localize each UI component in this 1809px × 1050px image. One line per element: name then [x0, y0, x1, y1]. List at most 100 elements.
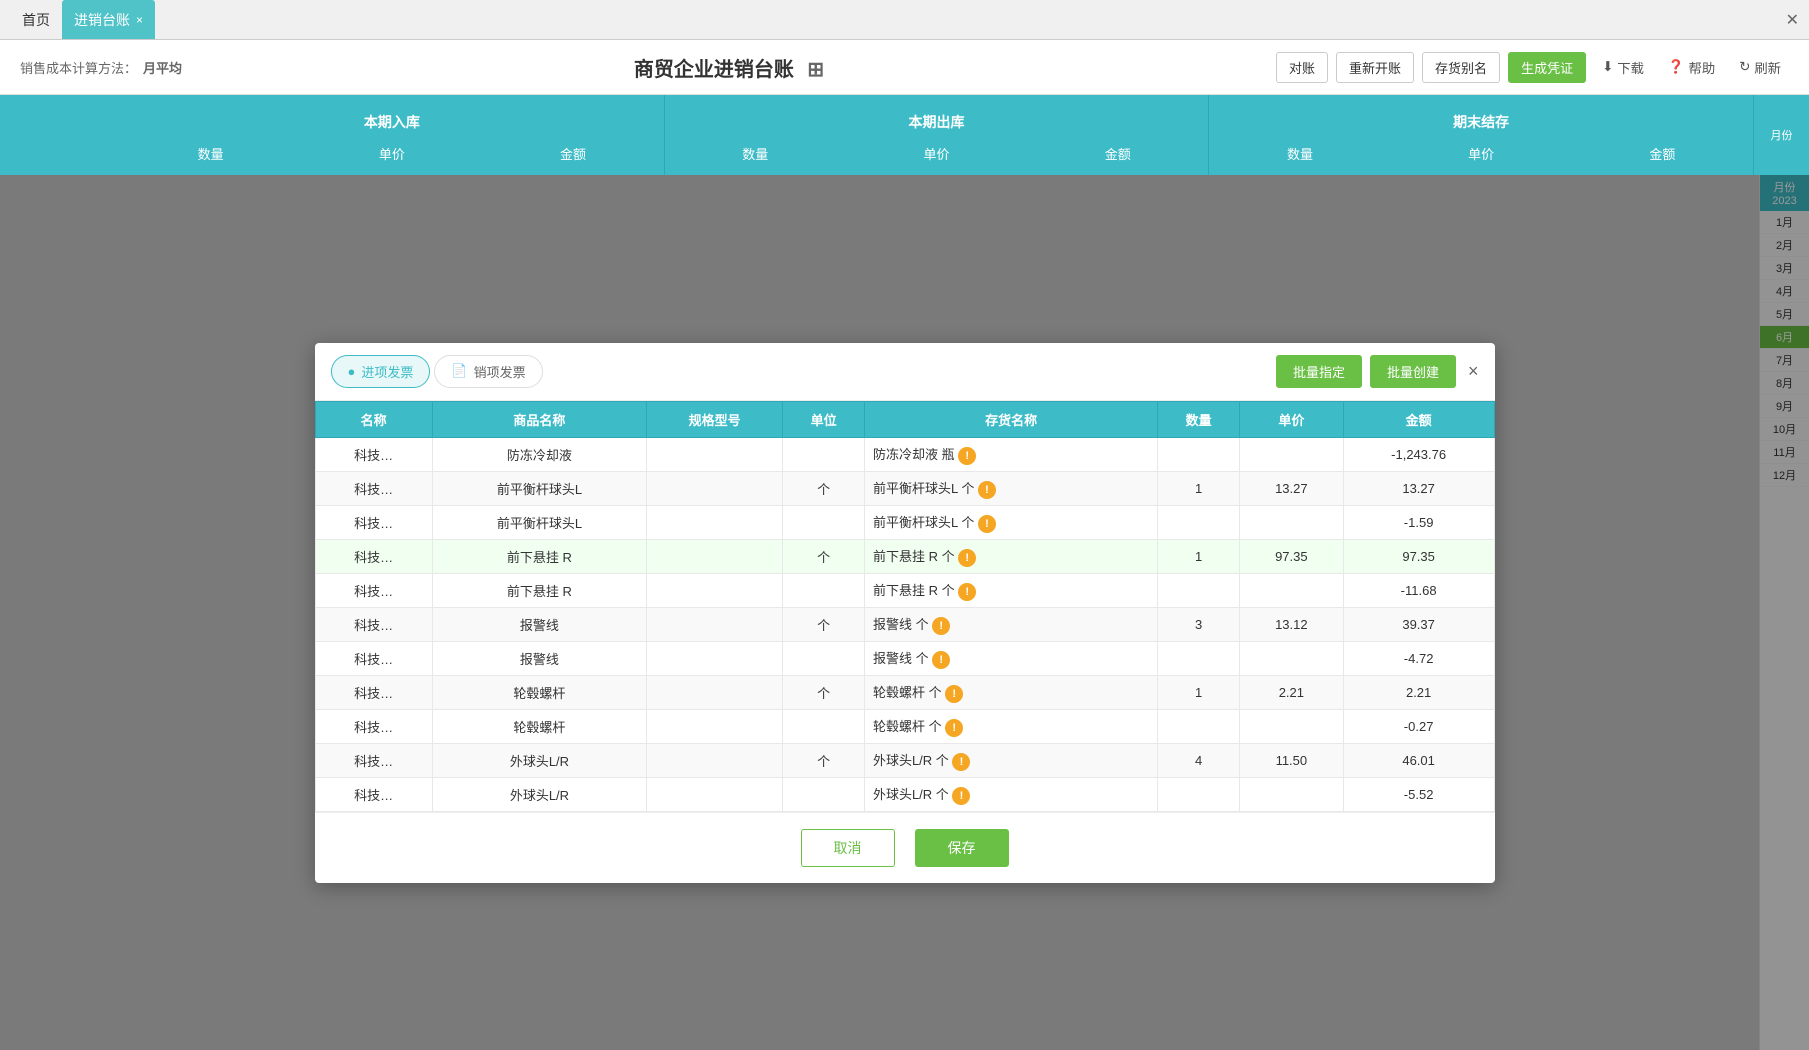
help-icon: ❓: [1668, 59, 1685, 75]
table-row[interactable]: 科技… 前下悬挂 R 前下悬挂 R 个 ! -11.68: [315, 573, 1494, 607]
reopen-button[interactable]: 重新开账: [1336, 52, 1414, 83]
cell-unit: [783, 709, 865, 743]
cell-amount: 2.21: [1343, 675, 1494, 709]
inbound-title: 本期入库: [364, 104, 420, 140]
tab-outbound-invoice[interactable]: 📄 销项发票: [434, 355, 542, 388]
tab-home[interactable]: 首页: [10, 0, 62, 39]
cell-qty: [1158, 573, 1240, 607]
outbound-title: 本期出库: [909, 104, 965, 140]
col-name: 名称: [315, 401, 432, 437]
cell-amount: 39.37: [1343, 607, 1494, 641]
invoice-table: 名称 商品名称 规格型号 单位 存货名称 数量 单价 金额 科技… 防冻冷却液: [315, 401, 1495, 812]
tab-ledger[interactable]: 进销台账 ×: [62, 0, 155, 39]
tab-ledger-close[interactable]: ×: [136, 13, 143, 27]
table-row[interactable]: 科技… 外球头L/R 个 外球头L/R 个 ! 4 11.50 46.01: [315, 743, 1494, 777]
cell-product: 防冻冷却液: [432, 437, 646, 471]
reconcile-button[interactable]: 对账: [1276, 52, 1328, 83]
cell-name: 科技…: [315, 743, 432, 777]
tab-home-label: 首页: [22, 10, 50, 30]
refresh-button[interactable]: ↻ 刷新: [1731, 53, 1789, 82]
outbound-tab-icon: 📄: [451, 363, 467, 379]
cell-stock: 前平衡杆球头L 个 !: [864, 471, 1157, 505]
cell-amount: -5.52: [1343, 777, 1494, 811]
cell-product: 前平衡杆球头L: [432, 505, 646, 539]
download-button[interactable]: ⬇ 下载: [1594, 53, 1652, 82]
download-icon: ⬇: [1602, 59, 1613, 75]
cancel-button[interactable]: 取消: [801, 829, 895, 867]
main-content: 月份 2023 1月 2月 3月 4月 5月 6月 7月 8月 9月 10月 1…: [0, 175, 1809, 1050]
tab-inbound-invoice[interactable]: ● 进项发票: [331, 355, 431, 388]
outbound-amount-label: 金额: [1027, 140, 1208, 167]
window-close-button[interactable]: ✕: [1786, 10, 1799, 30]
cell-stock: 前平衡杆球头L 个 !: [864, 505, 1157, 539]
warning-icon: !: [978, 481, 996, 499]
table-row[interactable]: 科技… 前下悬挂 R 个 前下悬挂 R 个 ! 1 97.35 97.35: [315, 539, 1494, 573]
cell-qty: [1158, 437, 1240, 471]
cell-amount: 97.35: [1343, 539, 1494, 573]
save-button[interactable]: 保存: [915, 829, 1009, 867]
modal-table-wrap[interactable]: 名称 商品名称 规格型号 单位 存货名称 数量 单价 金额 科技… 防冻冷却液: [315, 401, 1495, 812]
table-row[interactable]: 科技… 前平衡杆球头L 个 前平衡杆球头L 个 ! 1 13.27 13.27: [315, 471, 1494, 505]
cell-stock: 轮毂螺杆 个 !: [864, 675, 1157, 709]
batch-create-button[interactable]: 批量创建: [1370, 355, 1456, 388]
table-row[interactable]: 科技… 轮毂螺杆 个 轮毂螺杆 个 ! 1 2.21 2.21: [315, 675, 1494, 709]
warning-icon: !: [945, 685, 963, 703]
modal-overlay: ● 进项发票 📄 销项发票 批量指定 批量创建 ×: [0, 175, 1809, 1050]
warning-icon: !: [952, 787, 970, 805]
cell-unit: 个: [783, 539, 865, 573]
warning-icon: !: [932, 651, 950, 669]
col-spec: 规格型号: [647, 401, 783, 437]
cell-unit: 个: [783, 471, 865, 505]
cell-name: 科技…: [315, 539, 432, 573]
cell-spec: [647, 675, 783, 709]
cell-qty: 1: [1158, 539, 1240, 573]
cell-product: 前下悬挂 R: [432, 539, 646, 573]
cell-amount: -1,243.76: [1343, 437, 1494, 471]
rename-stock-button[interactable]: 存货别名: [1422, 52, 1500, 83]
modal-close-button[interactable]: ×: [1468, 361, 1479, 382]
gen-voucher-button[interactable]: 生成凭证: [1508, 52, 1586, 83]
cell-spec: [647, 641, 783, 675]
modal-dialog: ● 进项发票 📄 销项发票 批量指定 批量创建 ×: [315, 343, 1495, 883]
cell-name: 科技…: [315, 641, 432, 675]
modal-tabs: ● 进项发票 📄 销项发票: [331, 355, 1276, 388]
help-button[interactable]: ❓ 帮助: [1660, 53, 1723, 82]
warning-icon: !: [958, 549, 976, 567]
cell-name: 科技…: [315, 471, 432, 505]
col-product: 商品名称: [432, 401, 646, 437]
cell-stock: 报警线 个 !: [864, 607, 1157, 641]
cell-unit-price: [1239, 573, 1343, 607]
cell-stock: 外球头L/R 个 !: [864, 743, 1157, 777]
cell-amount: -4.72: [1343, 641, 1494, 675]
table-row[interactable]: 科技… 报警线 个 报警线 个 ! 3 13.12 39.37: [315, 607, 1494, 641]
cell-product: 轮毂螺杆: [432, 675, 646, 709]
warning-icon: !: [978, 515, 996, 533]
table-row[interactable]: 科技… 防冻冷却液 防冻冷却液 瓶 ! -1,243.76: [315, 437, 1494, 471]
ending-section: 期末结存 数量 单价 金额: [1209, 95, 1754, 175]
col-amount: 金额: [1343, 401, 1494, 437]
inbound-section: 本期入库 数量 单价 金额: [120, 95, 665, 175]
cell-unit: 个: [783, 607, 865, 641]
cell-unit: [783, 573, 865, 607]
cell-amount: 46.01: [1343, 743, 1494, 777]
inbound-tab-label: 进项发票: [361, 362, 413, 381]
table-row[interactable]: 科技… 轮毂螺杆 轮毂螺杆 个 ! -0.27: [315, 709, 1494, 743]
cell-amount: 13.27: [1343, 471, 1494, 505]
cell-name: 科技…: [315, 437, 432, 471]
table-row[interactable]: 科技… 外球头L/R 外球头L/R 个 ! -5.52: [315, 777, 1494, 811]
outbound-tab-label: 销项发票: [474, 362, 526, 381]
table-row[interactable]: 科技… 报警线 报警线 个 ! -4.72: [315, 641, 1494, 675]
cell-unit-price: 13.12: [1239, 607, 1343, 641]
outbound-qty-label: 数量: [665, 140, 846, 167]
warning-icon: !: [945, 719, 963, 737]
cell-qty: 1: [1158, 675, 1240, 709]
cell-name: 科技…: [315, 573, 432, 607]
table-row[interactable]: 科技… 前平衡杆球头L 前平衡杆球头L 个 ! -1.59: [315, 505, 1494, 539]
batch-assign-button[interactable]: 批量指定: [1276, 355, 1362, 388]
cell-spec: [647, 471, 783, 505]
cell-stock: 防冻冷却液 瓶 !: [864, 437, 1157, 471]
col-qty: 数量: [1158, 401, 1240, 437]
cell-unit: [783, 505, 865, 539]
cell-name: 科技…: [315, 777, 432, 811]
ending-sub: 数量 单价 金额: [1209, 140, 1753, 167]
